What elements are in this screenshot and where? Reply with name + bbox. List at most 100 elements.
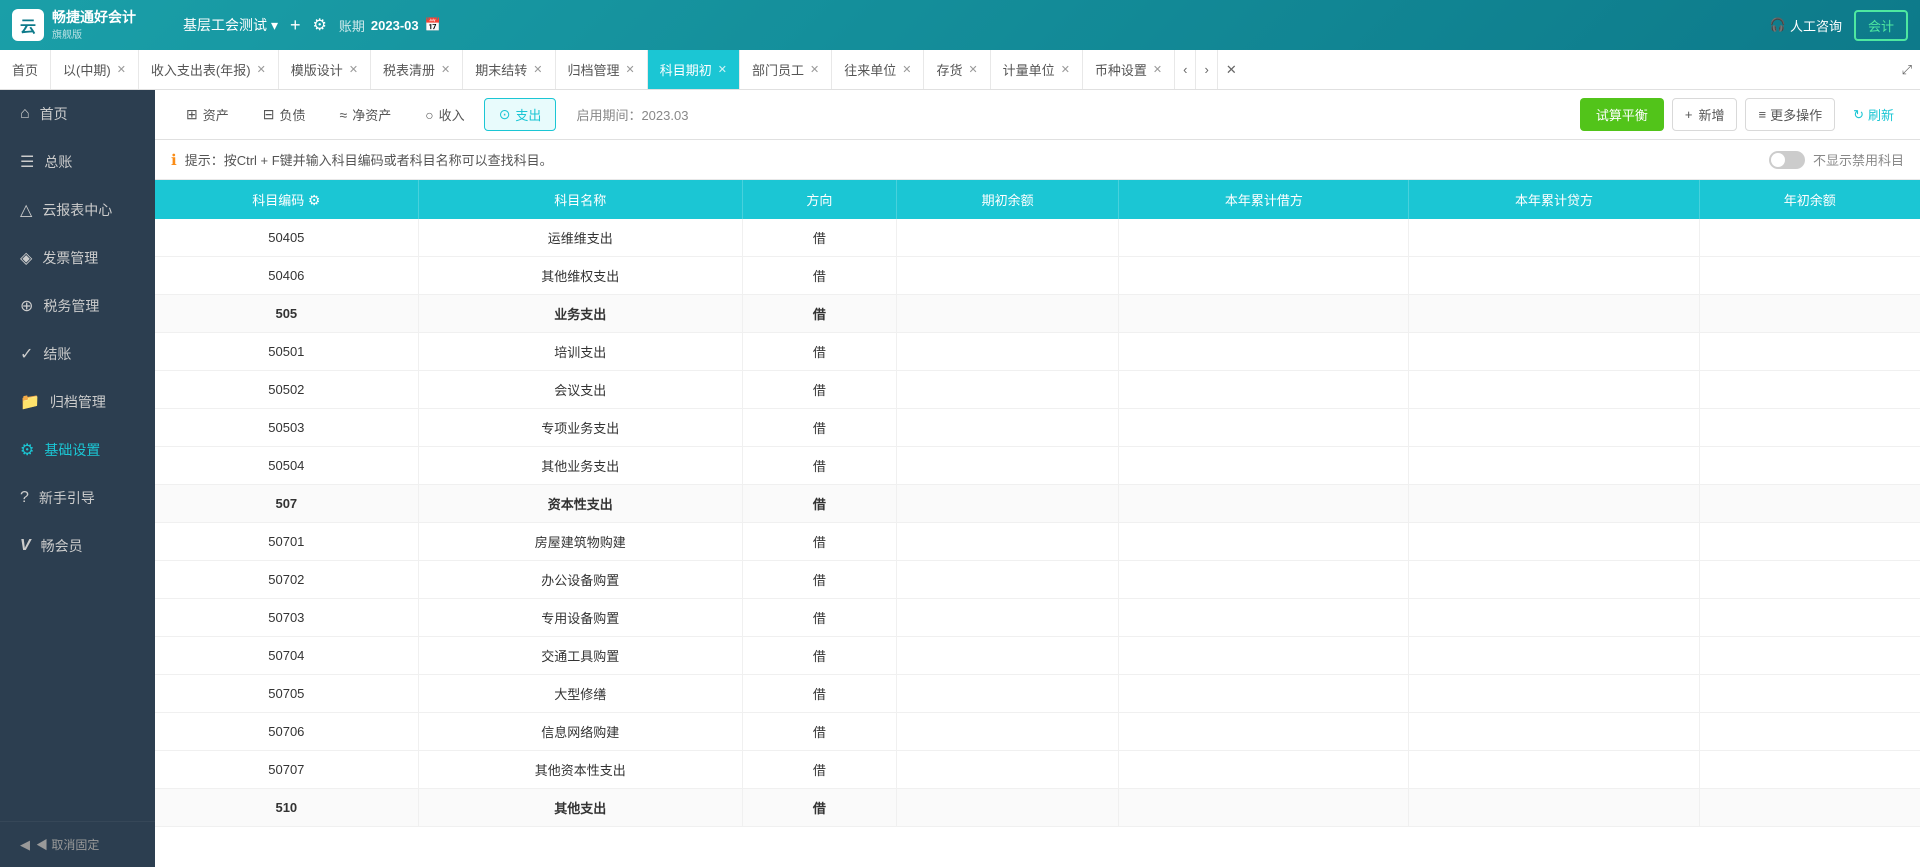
table-row[interactable]: 50707 其他资本性支出 借	[155, 751, 1920, 789]
tab-tax[interactable]: 税表清册 ✕	[371, 50, 463, 90]
headset-icon: 🎧	[1770, 17, 1786, 33]
settings-icon[interactable]: ⚙	[313, 15, 327, 35]
collapse-btn[interactable]: ◀ ◀ 取消固定	[0, 821, 155, 867]
company-name[interactable]: 基层工会测试 ▾	[183, 15, 278, 35]
sub-tab-liability[interactable]: ⊟ 负债	[248, 98, 321, 131]
table-row[interactable]: 50502 会议支出 借	[155, 371, 1920, 409]
tab-subject-initial[interactable]: 科目期初 ✕	[648, 50, 740, 90]
sidebar-item-tax[interactable]: ⊕ 税务管理	[0, 282, 155, 330]
tab-inventory[interactable]: 存货 ✕	[924, 50, 990, 90]
table-row[interactable]: 50705 大型修缮 借	[155, 675, 1920, 713]
tab-template[interactable]: 模版设计 ✕	[279, 50, 371, 90]
more-icon: ≡	[1758, 107, 1766, 122]
cell-balance	[897, 523, 1119, 561]
calendar-icon[interactable]: 📅	[425, 17, 441, 33]
cell-year-balance	[1699, 789, 1920, 827]
tab-currency[interactable]: 币种设置 ✕	[1083, 50, 1175, 90]
tab-archive[interactable]: 归档管理 ✕	[556, 50, 648, 90]
sidebar-item-member[interactable]: V 畅会员	[0, 522, 155, 570]
add-company-btn[interactable]: +	[290, 15, 301, 36]
table-row[interactable]: 50702 办公设备购置 借	[155, 561, 1920, 599]
add-btn[interactable]: + 新增	[1672, 98, 1738, 131]
sidebar-item-basic-settings[interactable]: ⚙ 基础设置	[0, 426, 155, 474]
cell-year-balance	[1699, 751, 1920, 789]
sidebar-item-label: 归档管理	[50, 392, 106, 412]
expense-icon: ⊙	[499, 106, 511, 123]
tab-label: 存货	[936, 60, 962, 79]
cell-direction: 借	[742, 257, 896, 295]
cell-code: 50707	[155, 751, 418, 789]
cell-balance	[897, 561, 1119, 599]
sidebar-item-guide[interactable]: ? 新手引导	[0, 474, 155, 522]
tab-close-icon[interactable]: ✕	[117, 63, 126, 76]
sidebar-item-archive[interactable]: 📁 归档管理	[0, 378, 155, 426]
sub-tab-label: 净资产	[352, 105, 391, 124]
table-row[interactable]: 50501 培训支出 借	[155, 333, 1920, 371]
tab-next-btn[interactable]: ›	[1196, 50, 1217, 90]
cell-code: 50502	[155, 371, 418, 409]
period-info: 账期 2023-03 📅	[339, 16, 441, 35]
table-row[interactable]: 50703 专用设备购置 借	[155, 599, 1920, 637]
tab-close-icon[interactable]: ✕	[441, 63, 450, 76]
col-year-balance: 年初余额	[1699, 180, 1920, 219]
cell-credit	[1409, 713, 1699, 751]
account-button[interactable]: 会计	[1854, 10, 1908, 41]
tab-close-icon[interactable]: ✕	[902, 63, 911, 76]
table-row[interactable]: 50504 其他业务支出 借	[155, 447, 1920, 485]
balance-btn[interactable]: 试算平衡	[1580, 98, 1664, 131]
sidebar-item-settlement[interactable]: ✓ 结账	[0, 330, 155, 378]
sidebar-item-home[interactable]: ⌂ 首页	[0, 90, 155, 138]
table-row[interactable]: 507 资本性支出 借	[155, 485, 1920, 523]
toggle-disabled[interactable]	[1769, 151, 1805, 169]
tab-close-icon[interactable]: ✕	[1153, 63, 1162, 76]
sidebar-item-label: 税务管理	[43, 296, 99, 316]
sub-tab-net-asset[interactable]: ≈ 净资产	[325, 98, 407, 131]
table-row[interactable]: 50706 信息网络购建 借	[155, 713, 1920, 751]
sidebar-item-general-ledger[interactable]: ☰ 总账	[0, 138, 155, 186]
tab-close-icon[interactable]: ✕	[257, 63, 266, 76]
refresh-btn[interactable]: ↻ 刷新	[1843, 99, 1904, 130]
tab-close-icon[interactable]: ✕	[626, 63, 635, 76]
table-row[interactable]: 50406 其他维权支出 借	[155, 257, 1920, 295]
more-btn[interactable]: ≡ 更多操作	[1745, 98, 1835, 131]
tab-close-icon[interactable]: ✕	[349, 63, 358, 76]
sub-tab-income[interactable]: ○ 收入	[410, 98, 479, 131]
tab-close-all-btn[interactable]: ✕	[1218, 50, 1245, 90]
cell-credit	[1409, 447, 1699, 485]
tab-income-report[interactable]: 收入支出表(年报) ✕	[139, 50, 279, 90]
top-header: 云 畅捷通好会计 旗舰版 基层工会测试 ▾ + ⚙ 账期 2023-03 📅 🎧…	[0, 0, 1920, 50]
table-row[interactable]: 50701 房屋建筑物购建 借	[155, 523, 1920, 561]
sidebar-item-invoice[interactable]: ◈ 发票管理	[0, 234, 155, 282]
sidebar-item-report-center[interactable]: △ 云报表中心	[0, 186, 155, 234]
tab-period-end[interactable]: 期末结转 ✕	[463, 50, 555, 90]
col-credit: 本年累计贷方	[1409, 180, 1699, 219]
tab-units[interactable]: 计量单位 ✕	[991, 50, 1083, 90]
table-row[interactable]: 510 其他支出 借	[155, 789, 1920, 827]
tab-prev-btn[interactable]: ‹	[1175, 50, 1196, 90]
tab-close-icon[interactable]: ✕	[968, 63, 977, 76]
support-button[interactable]: 🎧 人工咨询	[1770, 16, 1842, 35]
cell-debit	[1119, 599, 1409, 637]
sidebar-item-label: 云报表中心	[42, 200, 112, 220]
tab-close-icon[interactable]: ✕	[810, 63, 819, 76]
tab-contacts[interactable]: 往来单位 ✕	[832, 50, 924, 90]
sub-tab-expense[interactable]: ⊙ 支出	[484, 98, 557, 131]
tab-dept[interactable]: 部门员工 ✕	[740, 50, 832, 90]
col-settings-icon[interactable]: ⚙	[308, 192, 321, 208]
sidebar-item-label: 新手引导	[39, 488, 95, 508]
tab-close-icon[interactable]: ✕	[718, 63, 727, 76]
table-row[interactable]: 50503 专项业务支出 借	[155, 409, 1920, 447]
tab-close-icon[interactable]: ✕	[1061, 63, 1070, 76]
tab-home[interactable]: 首页	[0, 50, 51, 90]
tab-mid-period[interactable]: 以(中期) ✕	[51, 50, 139, 90]
cell-debit	[1119, 751, 1409, 789]
col-name: 科目名称	[418, 180, 742, 219]
cell-code: 50503	[155, 409, 418, 447]
table-row[interactable]: 50704 交通工具购置 借	[155, 637, 1920, 675]
table-row[interactable]: 50405 运维维支出 借	[155, 219, 1920, 257]
table-row[interactable]: 505 业务支出 借	[155, 295, 1920, 333]
sub-tab-asset[interactable]: ⊞ 资产	[171, 98, 244, 131]
expand-btn[interactable]: ⤢	[1894, 50, 1920, 90]
cell-direction: 借	[742, 713, 896, 751]
tab-close-icon[interactable]: ✕	[533, 63, 542, 76]
